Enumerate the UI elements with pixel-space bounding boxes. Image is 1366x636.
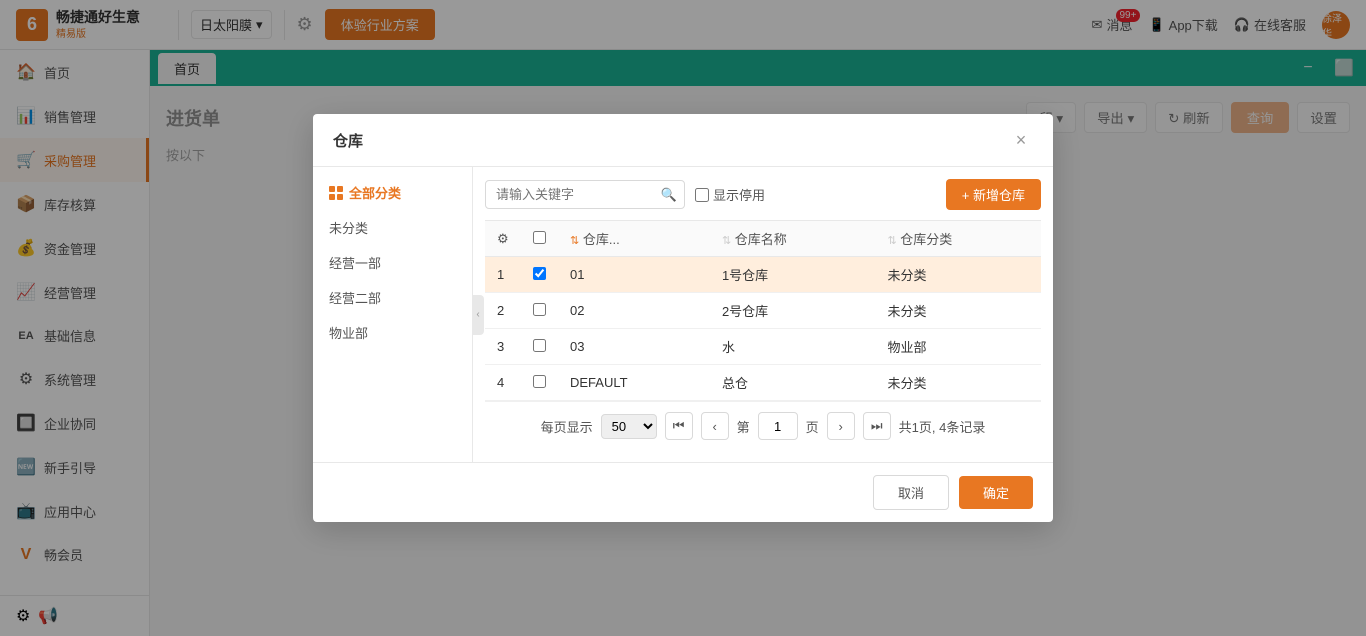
modal-overlay: 仓库 × 全部分类 未分类 经 (0, 0, 1366, 636)
row-checkbox[interactable] (521, 293, 558, 329)
total-info: 共1页, 4条记录 (899, 417, 986, 436)
row-code: 02 (558, 293, 710, 329)
sort-icon-category: ⇅ (887, 235, 896, 247)
category-item-property[interactable]: 物业部 (313, 315, 472, 350)
warehouse-modal: 仓库 × 全部分类 未分类 经 (313, 114, 1053, 522)
row-category: 物业部 (875, 329, 1041, 365)
col-settings: ⚙ (485, 221, 521, 257)
all-categories-label: 全部分类 (349, 183, 401, 202)
modal-header: 仓库 × (313, 114, 1053, 167)
pagination: 每页显示 50 10 20 100 ⏮ ‹ 第 页 › ⏭ 共1页, 4条记录 (485, 401, 1041, 450)
last-page-button[interactable]: ⏭ (863, 412, 891, 440)
table-area: 🔍 显示停用 + 新增仓库 ⚙ (473, 167, 1053, 462)
row-name: 1号仓库 (710, 257, 876, 293)
row-category: 未分类 (875, 365, 1041, 401)
sort-icon-name: ⇅ (722, 235, 731, 247)
row-index: 4 (485, 365, 521, 401)
row-index: 1 (485, 257, 521, 293)
row-checkbox[interactable] (521, 329, 558, 365)
col-category[interactable]: ⇅ 仓库分类 (875, 221, 1041, 257)
table-header-row: ⚙ ⇅ 仓库... ⇅ (485, 221, 1041, 257)
row-index: 2 (485, 293, 521, 329)
row-category: 未分类 (875, 293, 1041, 329)
confirm-button[interactable]: 确定 (959, 476, 1033, 509)
table-toolbar: 🔍 显示停用 + 新增仓库 (485, 179, 1041, 210)
category-collapse-button[interactable]: ‹ (472, 295, 484, 335)
select-all-checkbox[interactable] (533, 231, 546, 244)
row-name: 水 (710, 329, 876, 365)
category-header[interactable]: 全部分类 (313, 175, 472, 210)
row-code: 01 (558, 257, 710, 293)
prev-page-button[interactable]: ‹ (701, 412, 729, 440)
sort-icon-code: ⇅ (570, 235, 579, 247)
search-input[interactable] (485, 180, 685, 209)
row-checkbox[interactable] (521, 257, 558, 293)
row-index: 3 (485, 329, 521, 365)
table-row[interactable]: 2 02 2号仓库 未分类 (485, 293, 1041, 329)
modal-footer: 取消 确定 (313, 462, 1053, 522)
show-disabled-label[interactable]: 显示停用 (695, 185, 765, 204)
show-disabled-checkbox[interactable] (695, 188, 709, 202)
add-warehouse-button[interactable]: + 新增仓库 (946, 179, 1041, 210)
page-size-label: 每页显示 (541, 417, 593, 436)
search-wrap: 🔍 (485, 180, 685, 209)
table-row[interactable]: 3 03 水 物业部 (485, 329, 1041, 365)
modal-body: 全部分类 未分类 经营一部 经营二部 物业部 ‹ (313, 167, 1053, 462)
category-sidebar: 全部分类 未分类 经营一部 经营二部 物业部 ‹ (313, 167, 473, 462)
row-name: 2号仓库 (710, 293, 876, 329)
category-item-ops1[interactable]: 经营一部 (313, 245, 472, 280)
modal-close-button[interactable]: × (1009, 128, 1033, 152)
table-row[interactable]: 4 DEFAULT 总仓 未分类 (485, 365, 1041, 401)
search-icon[interactable]: 🔍 (661, 187, 677, 203)
page-number-input[interactable] (758, 412, 798, 440)
warehouse-table: ⚙ ⇅ 仓库... ⇅ (485, 220, 1041, 401)
page-size-select[interactable]: 50 10 20 100 (601, 414, 657, 439)
first-page-button[interactable]: ⏮ (665, 412, 693, 440)
next-page-button[interactable]: › (827, 412, 855, 440)
category-item-ops2[interactable]: 经营二部 (313, 280, 472, 315)
page-label: 第 (737, 417, 750, 436)
col-checkbox (521, 221, 558, 257)
row-code: DEFAULT (558, 365, 710, 401)
modal-title: 仓库 (333, 130, 363, 151)
row-name: 总仓 (710, 365, 876, 401)
row-checkbox[interactable] (521, 365, 558, 401)
col-name[interactable]: ⇅ 仓库名称 (710, 221, 876, 257)
grid-icon (329, 186, 343, 200)
table-container: ⚙ ⇅ 仓库... ⇅ (485, 220, 1041, 401)
table-head: ⚙ ⇅ 仓库... ⇅ (485, 221, 1041, 257)
page-unit: 页 (806, 417, 819, 436)
category-item-uncategorized[interactable]: 未分类 (313, 210, 472, 245)
table-body: 1 01 1号仓库 未分类 2 02 2号仓库 未分类 3 03 水 物业部 4… (485, 257, 1041, 401)
col-code[interactable]: ⇅ 仓库... (558, 221, 710, 257)
row-category: 未分类 (875, 257, 1041, 293)
cancel-button[interactable]: 取消 (873, 475, 949, 510)
row-code: 03 (558, 329, 710, 365)
table-row[interactable]: 1 01 1号仓库 未分类 (485, 257, 1041, 293)
